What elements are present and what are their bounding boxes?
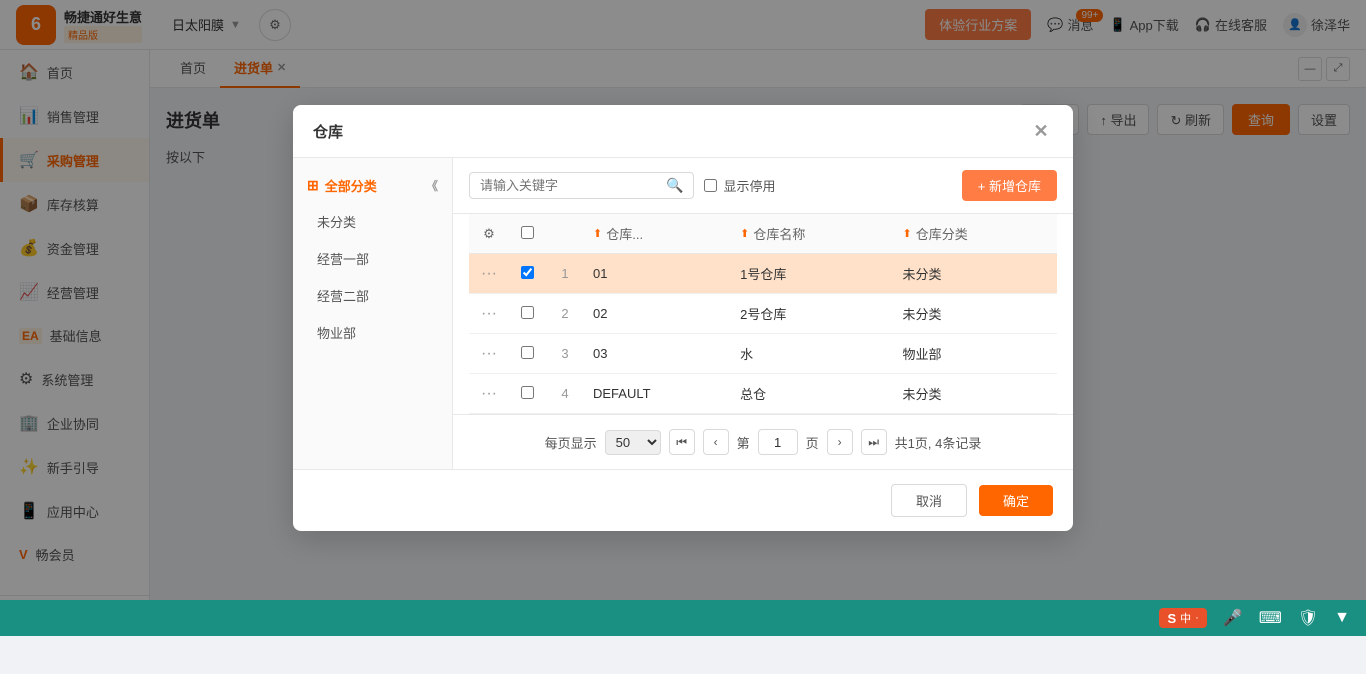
row-more-button[interactable]: ··· (477, 305, 501, 323)
mic-icon[interactable]: 🎤 (1223, 608, 1243, 628)
table-row[interactable]: ··· 4DEFAULT 总仓 未分类 (469, 374, 1057, 414)
modal-footer: 取消 确定 (293, 469, 1073, 531)
row-checkbox-cell (509, 254, 545, 294)
row-checkbox-cell (509, 294, 545, 334)
sort-icon-category: ⬆ (903, 227, 912, 240)
page-unit: 页 (806, 433, 819, 452)
row-category: 未分类 (895, 254, 1057, 294)
confirm-button[interactable]: 确定 (979, 485, 1053, 516)
grid-icon: ⊞ (307, 177, 319, 194)
warehouse-modal: 仓库 ✕ ⊞ 全部分类 《 未分类 经营一部 (293, 105, 1073, 531)
row-actions[interactable]: ··· (469, 374, 509, 414)
th-code: ⬆ 仓库... (585, 214, 732, 254)
modal-close-button[interactable]: ✕ (1029, 119, 1053, 143)
last-page-button[interactable]: ⏭ (861, 429, 887, 455)
row-code: 02 (585, 294, 732, 334)
table-row[interactable]: ··· 202 2号仓库 未分类 (469, 294, 1057, 334)
th-no (545, 214, 585, 254)
page-label: 第 (737, 433, 750, 452)
show-disabled-checkbox[interactable] (704, 179, 717, 192)
pagination: 每页显示 50 10 20 100 ⏮ ‹ 第 页 › ⏭ 共1页, 4条记录 (453, 414, 1073, 469)
row-category: 未分类 (895, 294, 1057, 334)
search-box: 🔍 (469, 172, 694, 199)
add-warehouse-button[interactable]: + 新增仓库 (962, 170, 1057, 201)
table-row[interactable]: ··· 303 水 物业部 (469, 334, 1057, 374)
row-code: 03 (585, 334, 732, 374)
row-checkbox[interactable] (521, 306, 534, 319)
ime-dot: · (1195, 612, 1199, 624)
sort-icon-name: ⬆ (740, 227, 749, 240)
category-all-header[interactable]: ⊞ 全部分类 《 (293, 168, 452, 203)
shield-icon[interactable]: 🛡 (1298, 608, 1318, 628)
select-all-checkbox[interactable] (521, 226, 534, 239)
page-number-input[interactable] (758, 429, 798, 455)
row-name: 1号仓库 (732, 254, 894, 294)
warehouse-table: ⚙ ⬆ 仓库... ⬆ (469, 214, 1057, 414)
keyboard-icon[interactable]: ⌨ (1259, 608, 1282, 628)
row-no: 3 (545, 334, 585, 374)
modal-header: 仓库 ✕ (293, 105, 1073, 158)
ime-logo: S (1167, 611, 1176, 626)
per-page-label: 每页显示 (545, 433, 597, 452)
category-item-op2[interactable]: 经营二部 (293, 277, 452, 314)
th-name: ⬆ 仓库名称 (732, 214, 894, 254)
sort-icon-code: ⬆ (593, 227, 602, 240)
row-actions[interactable]: ··· (469, 334, 509, 374)
category-all-label: 全部分类 (325, 176, 377, 195)
collapse-icon[interactable]: 《 (426, 177, 438, 194)
row-more-button[interactable]: ··· (477, 265, 501, 283)
pagination-summary: 共1页, 4条记录 (895, 433, 982, 452)
row-name: 水 (732, 334, 894, 374)
row-actions[interactable]: ··· (469, 294, 509, 334)
row-code: 01 (585, 254, 732, 294)
row-no: 1 (545, 254, 585, 294)
category-item-unclassified[interactable]: 未分类 (293, 203, 452, 240)
row-more-button[interactable]: ··· (477, 385, 501, 403)
row-name: 总仓 (732, 374, 894, 414)
row-checkbox[interactable] (521, 386, 534, 399)
row-category: 未分类 (895, 374, 1057, 414)
th-category: ⬆ 仓库分类 (895, 214, 1057, 254)
cancel-button[interactable]: 取消 (891, 484, 967, 517)
row-more-button[interactable]: ··· (477, 345, 501, 363)
th-checkbox (509, 214, 545, 254)
status-bar: S 中 · 🎤 ⌨ 🛡 ▼ (0, 600, 1366, 636)
modal-toolbar: 🔍 显示停用 + 新增仓库 (453, 158, 1073, 214)
first-page-button[interactable]: ⏮ (669, 429, 695, 455)
table-header-row: ⚙ ⬆ 仓库... ⬆ (469, 214, 1057, 254)
modal-title: 仓库 (313, 121, 343, 142)
row-checkbox[interactable] (521, 266, 534, 279)
row-code: DEFAULT (585, 374, 732, 414)
row-checkbox-cell (509, 334, 545, 374)
search-icon: 🔍 (666, 177, 683, 194)
row-no: 2 (545, 294, 585, 334)
category-item-property[interactable]: 物业部 (293, 314, 452, 351)
row-checkbox[interactable] (521, 346, 534, 359)
modal-main: 🔍 显示停用 + 新增仓库 ⚙ (453, 158, 1073, 469)
ime-indicator[interactable]: S 中 · (1159, 608, 1206, 628)
per-page-select[interactable]: 50 10 20 100 (605, 430, 661, 455)
category-sidebar: ⊞ 全部分类 《 未分类 经营一部 经营二部 物业部 (293, 158, 453, 469)
row-no: 4 (545, 374, 585, 414)
th-gear: ⚙ (469, 214, 509, 254)
warehouse-table-wrap: ⚙ ⬆ 仓库... ⬆ (453, 214, 1073, 414)
ime-label: 中 (1180, 610, 1191, 626)
next-page-button[interactable]: › (827, 429, 853, 455)
show-disabled-label[interactable]: 显示停用 (704, 176, 775, 195)
table-row[interactable]: ··· 101 1号仓库 未分类 (469, 254, 1057, 294)
category-item-op1[interactable]: 经营一部 (293, 240, 452, 277)
modal-overlay: 仓库 ✕ ⊞ 全部分类 《 未分类 经营一部 (0, 0, 1366, 636)
row-name: 2号仓库 (732, 294, 894, 334)
row-actions[interactable]: ··· (469, 254, 509, 294)
row-checkbox-cell (509, 374, 545, 414)
search-input[interactable] (480, 178, 660, 193)
prev-page-button[interactable]: ‹ (703, 429, 729, 455)
row-category: 物业部 (895, 334, 1057, 374)
more-icon[interactable]: ▼ (1334, 609, 1350, 627)
modal-body: ⊞ 全部分类 《 未分类 经营一部 经营二部 物业部 (293, 158, 1073, 469)
